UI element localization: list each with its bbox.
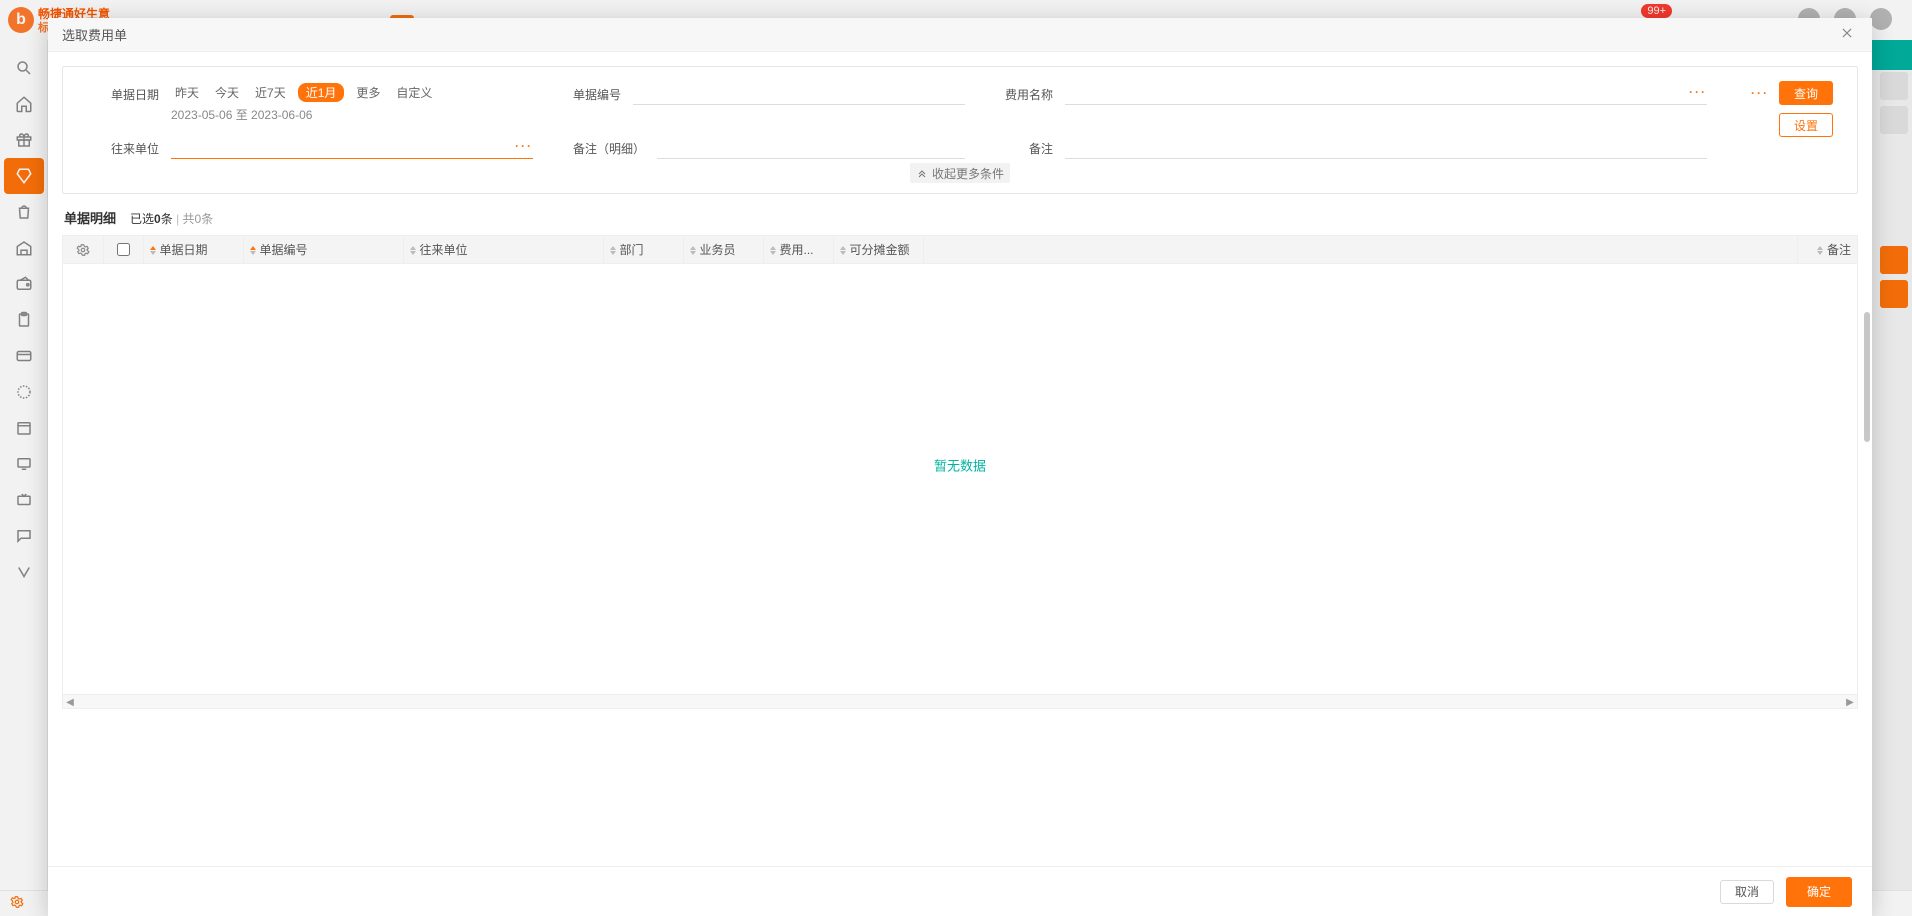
date-tab-today[interactable]: 今天 (211, 83, 243, 102)
fee-name-label: 费用名称 (997, 83, 1053, 103)
remark-label: 备注 (997, 137, 1053, 157)
col-fee[interactable]: 费用... (763, 236, 833, 264)
sort-icon (150, 246, 156, 255)
modal-vscrollbar[interactable] (1864, 312, 1870, 442)
close-icon (1840, 26, 1854, 43)
bill-table: 单据日期 单据编号 往来单位 部门 业务员 费用... 可分摊金额 备注 (63, 235, 1857, 264)
bill-date-label: 单据日期 (103, 83, 159, 103)
total-count-label: 共0条 (183, 212, 214, 226)
col-party[interactable]: 往来单位 (403, 236, 603, 264)
list-meta: 单据明细 已选0条 | 共0条 (64, 208, 1856, 227)
date-tab-last7[interactable]: 近7天 (251, 83, 290, 102)
remark-detail-label: 备注（明细） (565, 137, 645, 157)
filter-panel: 单据日期 昨天 今天 近7天 近1月 更多 自定义 2023-05-06 至 2… (62, 66, 1858, 194)
col-dept[interactable]: 部门 (603, 236, 683, 264)
party-more-icon[interactable]: ··· (515, 139, 533, 153)
date-tab-last1month[interactable]: 近1月 (298, 83, 345, 102)
remark-detail-input[interactable] (657, 137, 965, 159)
date-tab-yesterday[interactable]: 昨天 (171, 83, 203, 102)
gear-icon (76, 242, 90, 256)
sort-icon (610, 246, 616, 255)
scroll-left-icon[interactable]: ◀ (63, 695, 77, 709)
select-all-checkbox[interactable] (117, 243, 130, 256)
bill-no-input[interactable] (633, 83, 965, 105)
col-spacer (923, 236, 1797, 264)
col-remark[interactable]: 备注 (1797, 236, 1857, 264)
scroll-right-icon[interactable]: ▶ (1843, 695, 1857, 709)
col-bill-no[interactable]: 单据编号 (243, 236, 403, 264)
filter-more-icon[interactable]: ··· (1751, 86, 1769, 100)
sort-icon (1817, 246, 1823, 255)
party-input[interactable] (171, 137, 533, 159)
sort-icon (840, 246, 846, 255)
no-data-label: 暂无数据 (934, 455, 986, 474)
party-label: 往来单位 (103, 137, 159, 157)
settings-button[interactable]: 设置 (1779, 113, 1833, 137)
chevron-up-icon (916, 167, 928, 179)
sort-icon (770, 246, 776, 255)
remark-input[interactable] (1065, 137, 1707, 159)
list-title: 单据明细 (64, 208, 116, 227)
date-range-tabs: 昨天 今天 近7天 近1月 更多 自定义 (171, 83, 533, 102)
query-button[interactable]: 查询 (1779, 81, 1833, 105)
date-tab-more[interactable]: 更多 (352, 83, 384, 102)
col-alloc-amount[interactable]: 可分摊金额 (833, 236, 923, 264)
date-range-display: 2023-05-06 至 2023-06-06 (171, 106, 533, 123)
column-settings-button[interactable] (63, 236, 103, 264)
collapse-label: 收起更多条件 (932, 165, 1004, 182)
cancel-button[interactable]: 取消 (1720, 880, 1774, 904)
modal-title: 选取费用单 (62, 25, 127, 44)
col-clerk[interactable]: 业务员 (683, 236, 763, 264)
selected-count-label: 已选0条 (130, 212, 176, 226)
table-hscrollbar[interactable]: ◀ ▶ (62, 695, 1858, 709)
bill-no-label: 单据编号 (565, 83, 621, 103)
date-tab-custom[interactable]: 自定义 (392, 83, 436, 102)
table-wrap: 单据日期 单据编号 往来单位 部门 业务员 费用... 可分摊金额 备注 暂无数… (62, 235, 1858, 695)
fee-name-input[interactable] (1065, 83, 1707, 105)
filter-actions: ··· 查询 设置 (1751, 81, 1833, 137)
modal-header: 选取费用单 (48, 18, 1872, 52)
modal-close-button[interactable] (1836, 24, 1858, 46)
sort-icon (690, 246, 696, 255)
modal-body: 单据日期 昨天 今天 近7天 近1月 更多 自定义 2023-05-06 至 2… (48, 52, 1872, 866)
select-all-header[interactable] (103, 236, 143, 264)
select-fee-bill-modal: 选取费用单 单据日期 昨天 今天 近7天 近1月 更多 自 (48, 18, 1872, 916)
collapse-filters-button[interactable]: 收起更多条件 (910, 163, 1010, 183)
sort-icon (410, 246, 416, 255)
fee-name-more-icon[interactable]: ··· (1689, 85, 1707, 99)
confirm-button[interactable]: 确定 (1786, 877, 1852, 907)
sort-icon (250, 246, 256, 255)
col-bill-date[interactable]: 单据日期 (143, 236, 243, 264)
modal-footer: 取消 确定 (48, 866, 1872, 916)
